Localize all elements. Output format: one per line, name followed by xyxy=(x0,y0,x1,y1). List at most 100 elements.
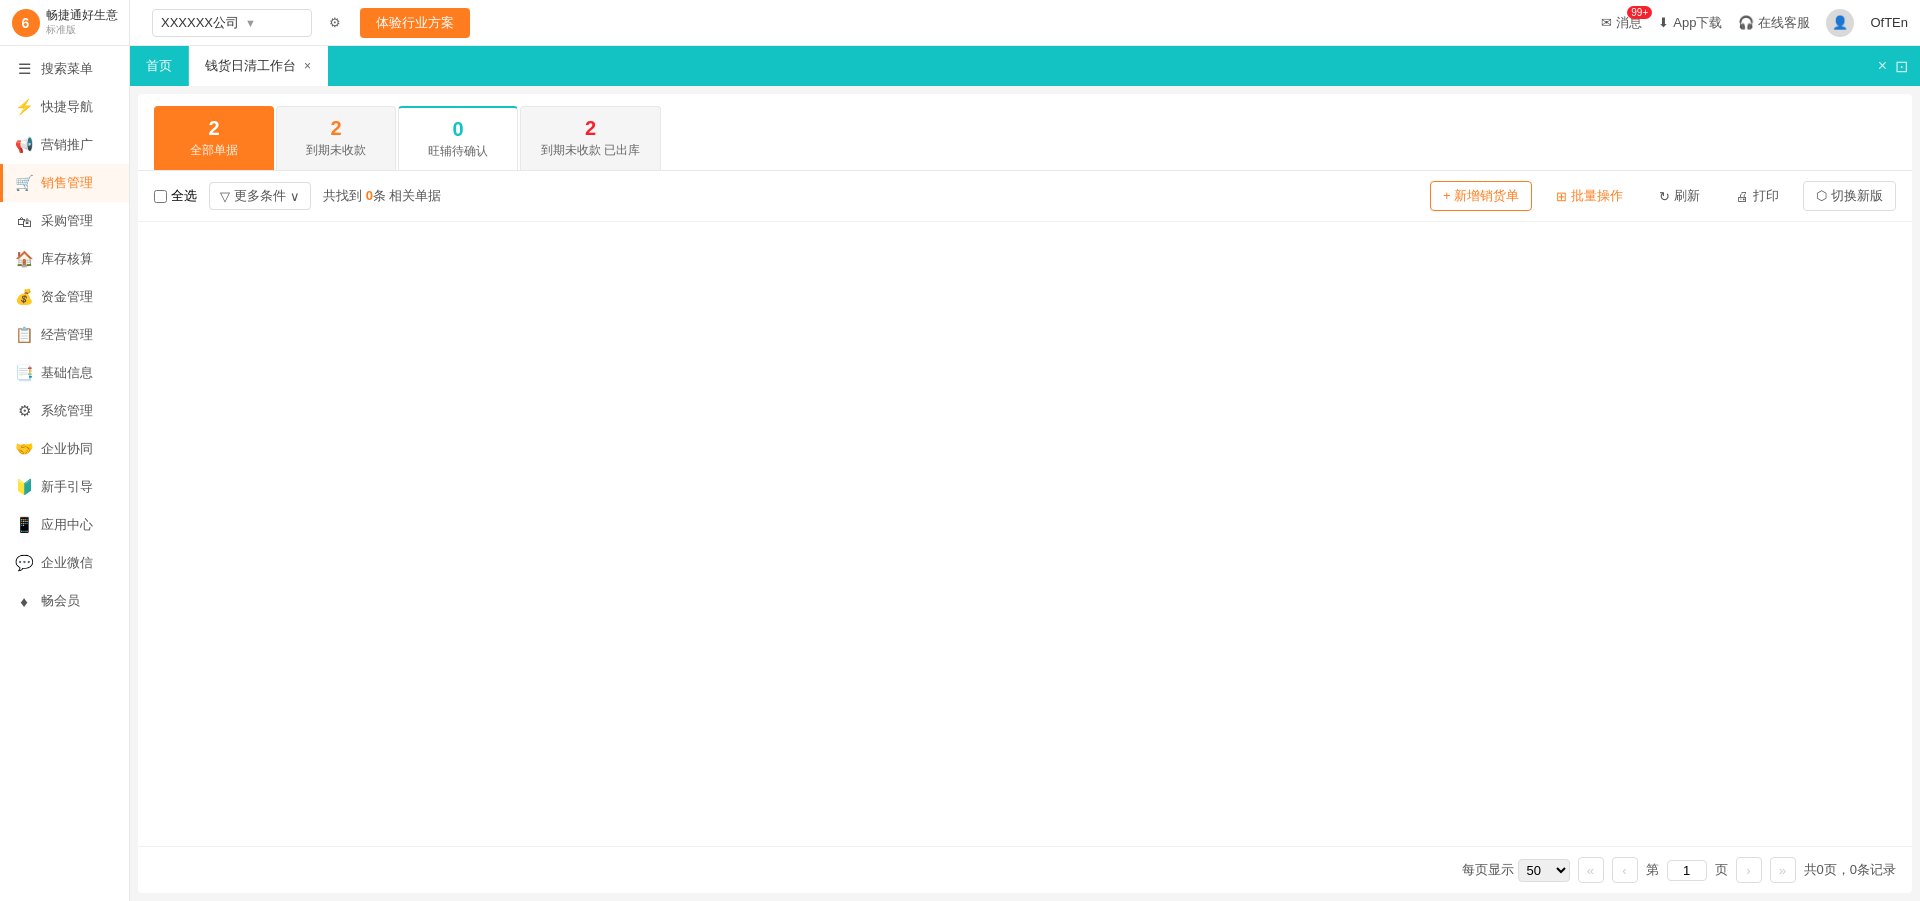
print-icon: 🖨 xyxy=(1736,189,1749,204)
first-page-button[interactable]: « xyxy=(1578,857,1604,883)
close-tab-button[interactable]: × xyxy=(1878,57,1887,75)
found-text: 共找到 0条 相关单据 xyxy=(323,187,441,205)
overdue-count: 2 xyxy=(297,117,375,140)
avatar[interactable]: 👤 xyxy=(1826,9,1854,37)
message-button[interactable]: ✉ 消息 99+ xyxy=(1601,14,1642,32)
overdue-shipped-count: 2 xyxy=(541,117,640,140)
overdue-shipped-label: 到期未收款 已出库 xyxy=(541,142,640,159)
finance-icon: 💰 xyxy=(15,288,33,306)
expand-button[interactable]: ⊡ xyxy=(1895,57,1908,76)
prev-page-button[interactable]: ‹ xyxy=(1612,857,1638,883)
app-download-icon: ⬇ xyxy=(1658,15,1669,30)
batch-icon: ⊞ xyxy=(1556,189,1567,204)
all-label: 全部单据 xyxy=(175,142,253,159)
marketing-icon: 📢 xyxy=(15,136,33,154)
message-icon: ✉ xyxy=(1601,15,1612,30)
logo-badge: 标准版 xyxy=(46,23,118,37)
sidebar-item-system[interactable]: ⚙ 系统管理 xyxy=(0,392,129,430)
summary-tab-all[interactable]: 2 全部单据 xyxy=(154,106,274,170)
guide-icon: 🔰 xyxy=(15,478,33,496)
sidebar-item-search[interactable]: ☰ 搜索菜单 xyxy=(0,50,129,88)
next-page-button[interactable]: › xyxy=(1736,857,1762,883)
page-size-selector: 每页显示 50 10 20 100 xyxy=(1462,859,1570,882)
main-content: 2 全部单据 2 到期未收款 0 旺辅待确认 2 到期未收款 已出库 全选 xyxy=(130,86,1920,901)
pending-count: 0 xyxy=(419,118,497,141)
message-badge: 99+ xyxy=(1627,6,1652,19)
table-area xyxy=(138,222,1912,846)
sidebar-item-base-info[interactable]: 📑 基础信息 xyxy=(0,354,129,392)
nav-right-buttons: × ⊡ xyxy=(1878,57,1920,76)
sidebar-item-wechat[interactable]: 💬 企业微信 xyxy=(0,544,129,582)
sidebar-item-coop[interactable]: 🤝 企业协同 xyxy=(0,430,129,468)
switch-icon: ⬡ xyxy=(1816,188,1827,203)
chevron-filter-icon: ∨ xyxy=(290,189,300,204)
sidebar-item-operation[interactable]: 📋 经营管理 xyxy=(0,316,129,354)
summary-tab-overdue[interactable]: 2 到期未收款 xyxy=(276,106,396,170)
purchase-icon: 🛍 xyxy=(15,212,33,230)
toolbar-left: 全选 ▽ 更多条件 ∨ 共找到 0条 相关单据 xyxy=(154,182,441,210)
base-info-icon: 📑 xyxy=(15,364,33,382)
tab-home[interactable]: 首页 xyxy=(130,46,189,86)
tab-close-icon[interactable]: × xyxy=(304,59,311,73)
chevron-down-icon: ▼ xyxy=(245,17,256,29)
print-button[interactable]: 🖨 打印 xyxy=(1724,182,1791,210)
page-word: 第 xyxy=(1646,861,1659,879)
tab-workbench[interactable]: 钱货日清工作台 × xyxy=(189,46,328,86)
operation-icon: 📋 xyxy=(15,326,33,344)
logo-area: 6 畅捷通好生意 标准版 xyxy=(0,0,129,46)
sidebar-item-quick-nav[interactable]: ⚡ 快捷导航 xyxy=(0,88,129,126)
username-label: OfTEn xyxy=(1870,15,1908,30)
total-info: 共0页，0条记录 xyxy=(1804,861,1896,879)
page-input[interactable] xyxy=(1667,860,1707,881)
refresh-icon: ↻ xyxy=(1659,189,1670,204)
pending-label: 旺辅待确认 xyxy=(419,143,497,160)
coop-icon: 🤝 xyxy=(15,440,33,458)
pagination-bar: 每页显示 50 10 20 100 « ‹ 第 页 › » 共0页，0条记录 xyxy=(138,846,1912,893)
last-page-button[interactable]: » xyxy=(1770,857,1796,883)
sidebar-menu: ☰ 搜索菜单 ⚡ 快捷导航 📢 营销推广 🛒 销售管理 🛍 采购管理 🏠 库存核… xyxy=(0,46,129,901)
found-count: 0 xyxy=(366,188,373,203)
overdue-label: 到期未收款 xyxy=(297,142,375,159)
page-suffix: 页 xyxy=(1715,861,1728,879)
switch-version-button[interactable]: ⬡ 切换新版 xyxy=(1803,181,1896,211)
app-center-icon: 📱 xyxy=(15,516,33,534)
sidebar-item-marketing[interactable]: 📢 营销推广 xyxy=(0,126,129,164)
sidebar-item-purchase[interactable]: 🛍 采购管理 xyxy=(0,202,129,240)
page-size-select[interactable]: 50 10 20 100 xyxy=(1518,859,1570,882)
sidebar-item-sales[interactable]: 🛒 销售管理 xyxy=(0,164,129,202)
sidebar-item-member[interactable]: ♦ 畅会员 xyxy=(0,582,129,620)
search-menu-icon: ☰ xyxy=(15,60,33,78)
add-order-button[interactable]: + 新增销货单 xyxy=(1430,181,1532,211)
stock-icon: 🏠 xyxy=(15,250,33,268)
header-right: ✉ 消息 99+ ⬇ App下载 🎧 在线客服 👤 OfTEn xyxy=(1601,9,1908,37)
online-service-button[interactable]: 🎧 在线客服 xyxy=(1738,14,1810,32)
headset-icon: 🎧 xyxy=(1738,15,1754,30)
select-all-checkbox[interactable]: 全选 xyxy=(154,187,197,205)
select-all-input[interactable] xyxy=(154,190,167,203)
sidebar-item-stock[interactable]: 🏠 库存核算 xyxy=(0,240,129,278)
summary-tab-pending[interactable]: 0 旺辅待确认 xyxy=(398,106,518,170)
trial-button[interactable]: 体验行业方案 xyxy=(360,8,470,38)
wechat-icon: 💬 xyxy=(15,554,33,572)
avatar-placeholder: 👤 xyxy=(1832,15,1848,30)
logo-icon: 6 xyxy=(12,9,40,37)
app-download-button[interactable]: ⬇ App下载 xyxy=(1658,14,1722,32)
member-icon: ♦ xyxy=(15,592,33,610)
toolbar: 全选 ▽ 更多条件 ∨ 共找到 0条 相关单据 + 新增销货单 ⊞ 批量操作 xyxy=(138,171,1912,222)
company-selector[interactable]: XXXXXX公司 ▼ xyxy=(152,9,312,37)
sidebar-item-guide[interactable]: 🔰 新手引导 xyxy=(0,468,129,506)
content-area: 2 全部单据 2 到期未收款 0 旺辅待确认 2 到期未收款 已出库 全选 xyxy=(138,94,1912,893)
batch-operation-button[interactable]: ⊞ 批量操作 xyxy=(1544,182,1635,210)
summary-tab-overdue-shipped[interactable]: 2 到期未收款 已出库 xyxy=(520,106,661,170)
sales-icon: 🛒 xyxy=(15,174,33,192)
sidebar-item-finance[interactable]: 💰 资金管理 xyxy=(0,278,129,316)
filter-icon: ▽ xyxy=(220,189,230,204)
all-count: 2 xyxy=(175,117,253,140)
sidebar-item-app[interactable]: 📱 应用中心 xyxy=(0,506,129,544)
settings-button[interactable]: ⚙ xyxy=(320,8,350,38)
filter-button[interactable]: ▽ 更多条件 ∨ xyxy=(209,182,311,210)
refresh-button[interactable]: ↻ 刷新 xyxy=(1647,182,1712,210)
top-header: XXXXXX公司 ▼ ⚙ 体验行业方案 ✉ 消息 99+ ⬇ App下载 🎧 在… xyxy=(130,0,1920,46)
logo-text: 畅捷通好生意 xyxy=(46,8,118,24)
toolbar-right: + 新增销货单 ⊞ 批量操作 ↻ 刷新 🖨 打印 ⬡ 切换新版 xyxy=(1430,181,1896,211)
